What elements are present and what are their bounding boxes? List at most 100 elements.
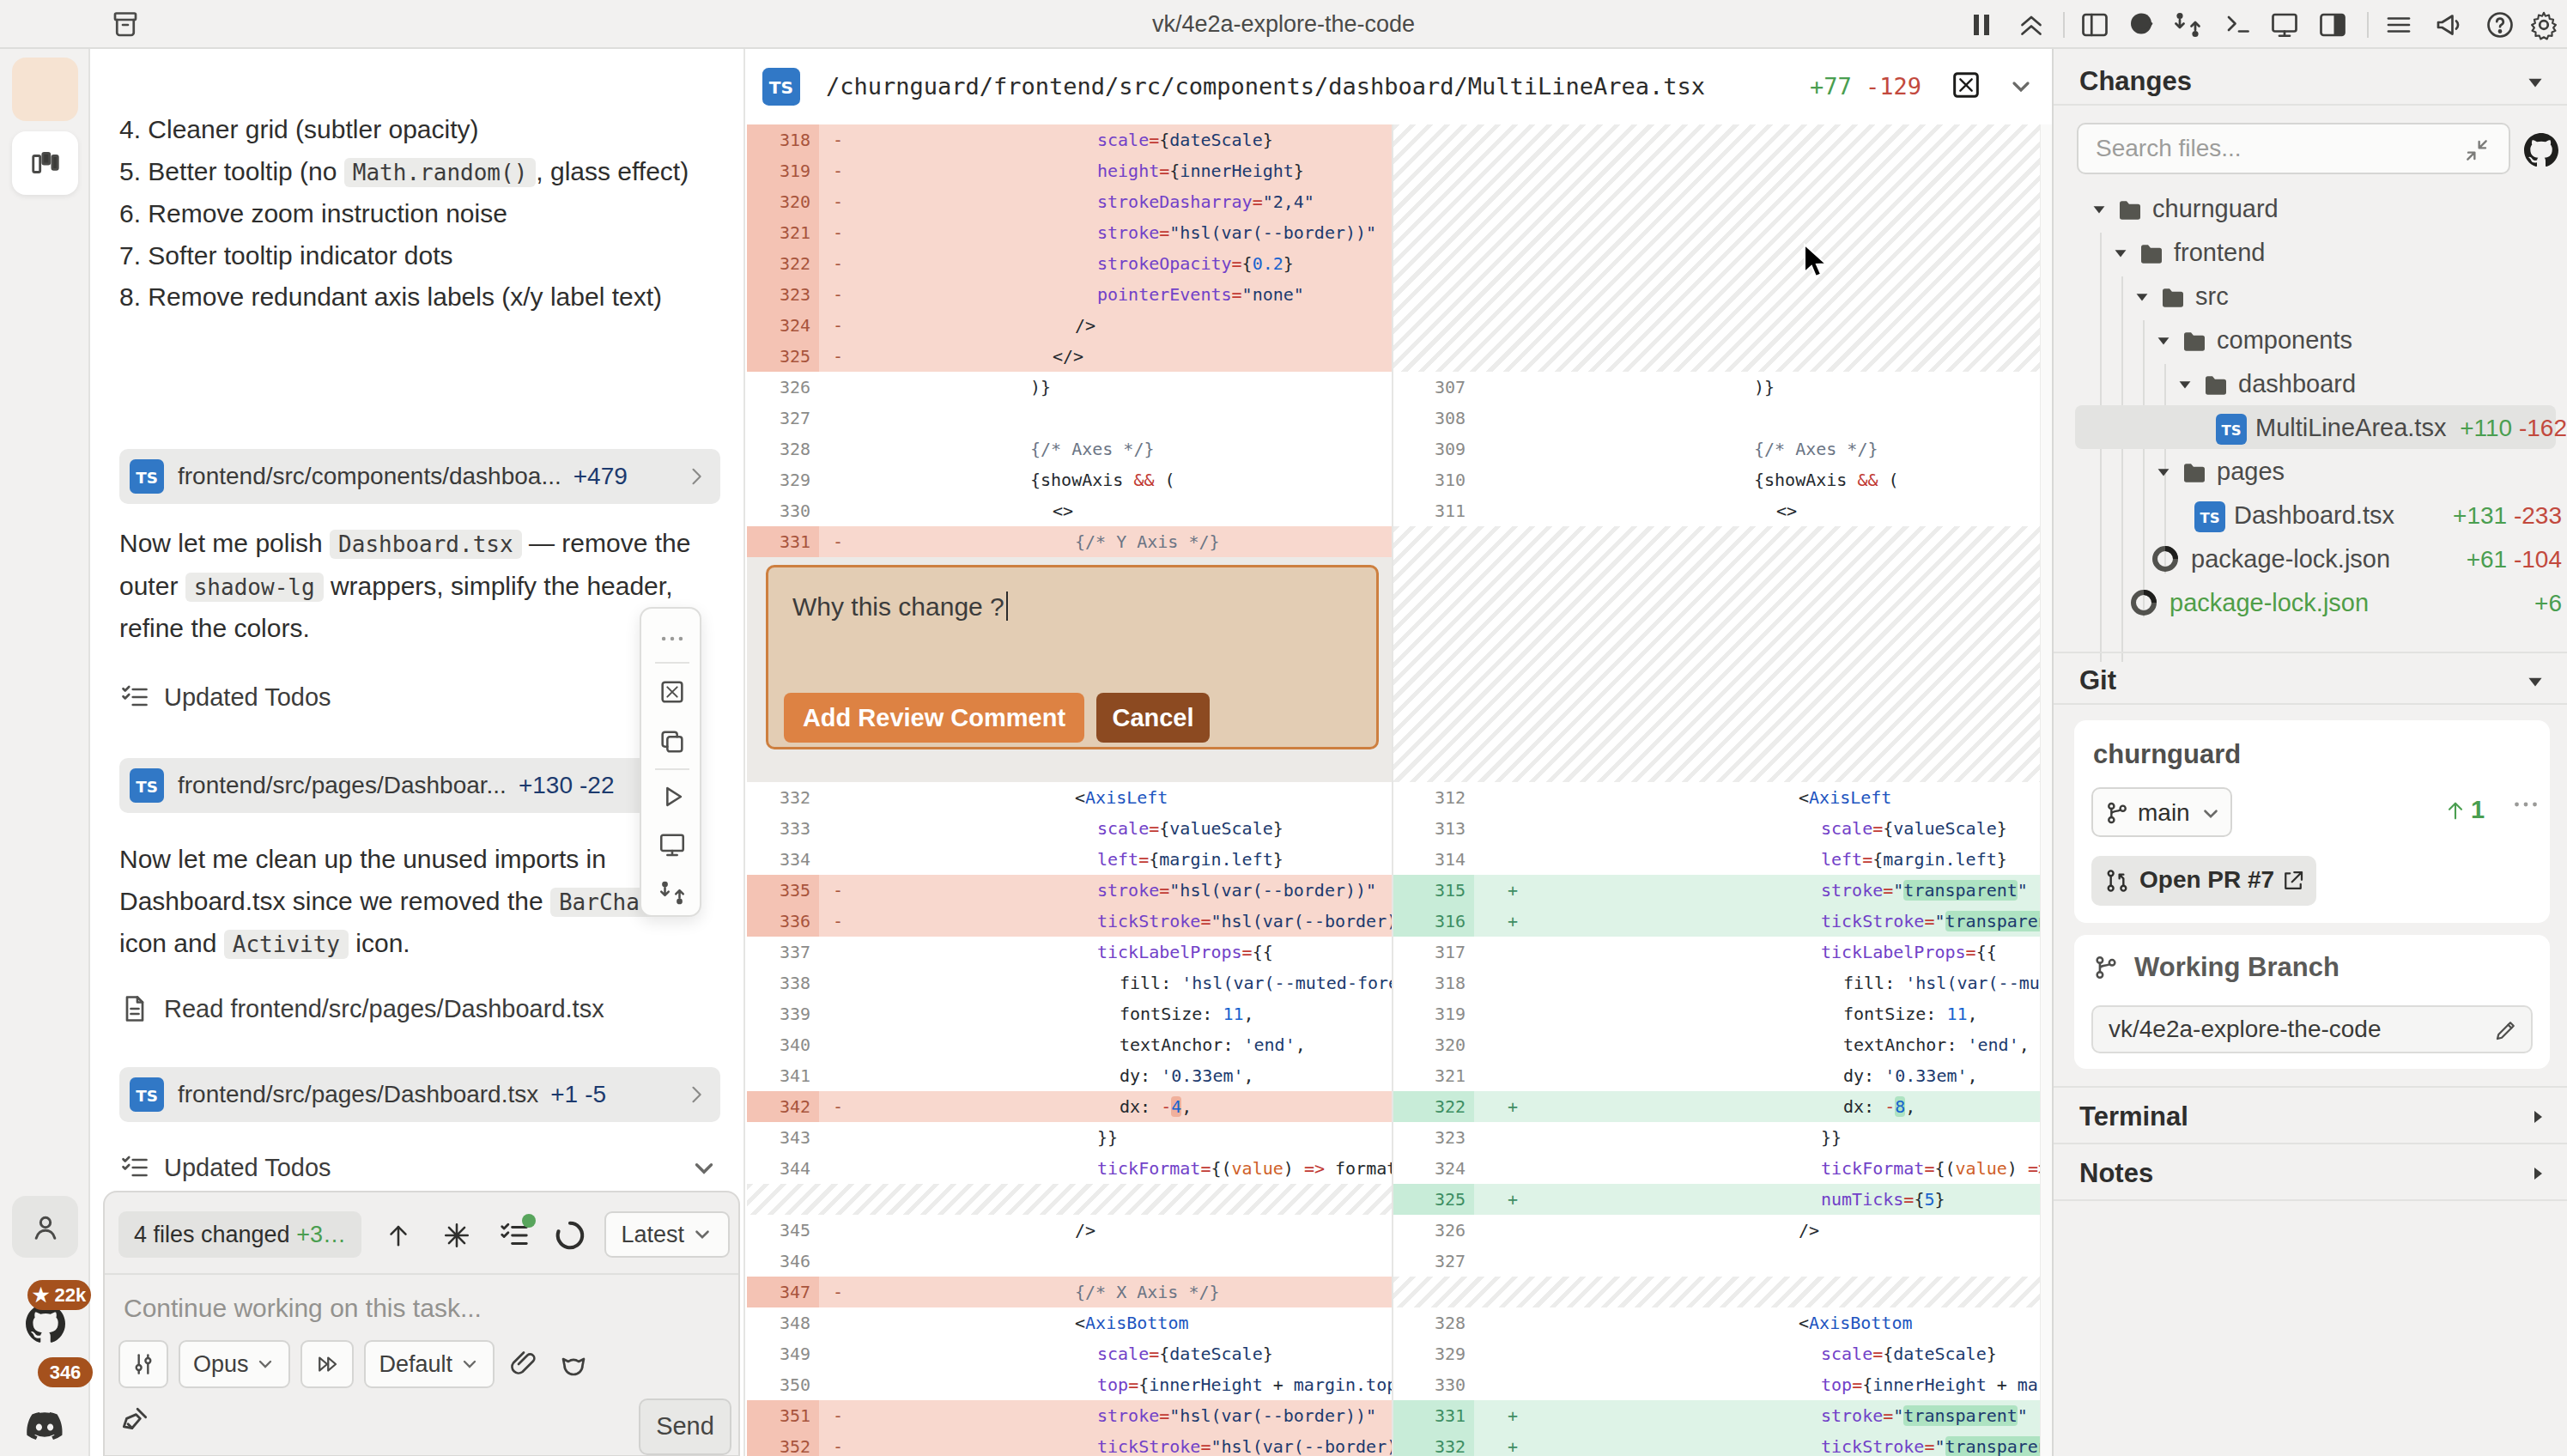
diff-row[interactable]: 345/> bbox=[747, 1215, 1392, 1246]
diff-row[interactable]: 335-stroke="hsl(var(--border))" bbox=[747, 875, 1392, 906]
working-branch-input[interactable]: vk/4e2a-explore-the-code bbox=[2091, 1005, 2533, 1053]
tree-item[interactable]: package-lock.json+61 -104 bbox=[2054, 543, 2567, 578]
diff-row[interactable]: 327 bbox=[1393, 1246, 2040, 1277]
settings-icon[interactable] bbox=[2528, 9, 2559, 40]
tree-item[interactable]: dashboard bbox=[2054, 368, 2567, 403]
tree-chevron-icon[interactable] bbox=[2090, 200, 2109, 219]
compare-icon[interactable] bbox=[658, 878, 687, 907]
diff-row[interactable]: 343}} bbox=[747, 1122, 1392, 1153]
scroll-up-icon[interactable] bbox=[384, 1221, 413, 1250]
diff-row[interactable]: 326)} bbox=[747, 372, 1392, 403]
diff-row[interactable]: 324tickFormat={(value) => formatValue(va… bbox=[1393, 1153, 2040, 1184]
file-diff-chip[interactable]: TSfrontend/src/components/dashboa...+479 bbox=[119, 449, 720, 504]
toggle-left-panel-icon[interactable] bbox=[2079, 9, 2110, 40]
preview-icon[interactable] bbox=[658, 830, 687, 859]
notes-caret-icon[interactable] bbox=[2528, 1163, 2548, 1184]
account-button[interactable] bbox=[12, 1196, 78, 1258]
model-dropdown[interactable]: Opus bbox=[179, 1340, 290, 1388]
terminal-caret-icon[interactable] bbox=[2528, 1107, 2548, 1127]
diff-row[interactable]: 320-strokeDasharray="2,4" bbox=[747, 186, 1392, 217]
diff-row[interactable]: 317tickLabelProps={{ bbox=[1393, 937, 2040, 968]
diff-block-icon[interactable] bbox=[658, 677, 687, 707]
tool-call-row[interactable]: Updated Todos bbox=[119, 682, 725, 713]
terminal-header[interactable]: Terminal bbox=[2079, 1101, 2188, 1132]
tool-call-row[interactable]: Read frontend/src/pages/Dashboard.tsx bbox=[119, 993, 725, 1024]
copy-icon[interactable] bbox=[658, 727, 687, 756]
diff-row[interactable]: 324-/> bbox=[747, 310, 1392, 341]
diff-row[interactable]: 341dy: '0.33em', bbox=[747, 1060, 1392, 1091]
diff-row[interactable]: 347-{/* X Axis */} bbox=[747, 1277, 1392, 1307]
attach-icon[interactable] bbox=[508, 1349, 539, 1380]
mode-dropdown[interactable]: Default bbox=[364, 1340, 495, 1388]
diff-row[interactable]: 339fontSize: 11, bbox=[747, 998, 1392, 1029]
spark-icon[interactable] bbox=[442, 1221, 471, 1250]
tree-item[interactable]: frontend bbox=[2054, 237, 2567, 271]
diff-row[interactable]: 307)} bbox=[1393, 372, 2040, 403]
diff-row[interactable]: 331-{/* Y Axis */} bbox=[747, 526, 1392, 557]
diff-row[interactable]: 331+stroke="transparent" bbox=[1393, 1400, 2040, 1431]
collapse-chat-icon[interactable] bbox=[2016, 9, 2047, 40]
open-pr-button[interactable]: Open PR #7 bbox=[2091, 856, 2316, 906]
diff-row[interactable]: 328<AxisBottom bbox=[1393, 1307, 2040, 1338]
branch-selector[interactable]: main bbox=[2091, 787, 2232, 837]
tree-chevron-icon[interactable] bbox=[2154, 331, 2173, 350]
diff-row[interactable]: 342-dx: -4, bbox=[747, 1091, 1392, 1122]
diff-row[interactable]: 330top={innerHeight + margin.top} bbox=[1393, 1369, 2040, 1400]
composer-input[interactable]: Continue working on this task... bbox=[124, 1294, 482, 1323]
diff-row[interactable]: 352-tickStroke="hsl(var(--border))" bbox=[747, 1431, 1392, 1456]
notes-header[interactable]: Notes bbox=[2079, 1158, 2153, 1189]
diff-row[interactable]: 344tickFormat={(value) => formatValue(va… bbox=[747, 1153, 1392, 1184]
tree-item[interactable]: TSMultiLineArea.tsx+110 -162 bbox=[2054, 412, 2567, 446]
git-header[interactable]: Git bbox=[2079, 665, 2116, 696]
diff-row[interactable]: 309{/* Axes */} bbox=[1393, 434, 2040, 464]
terminal-expand-icon[interactable] bbox=[2481, 1105, 2507, 1131]
diff-row[interactable]: 350top={innerHeight + margin.top} bbox=[747, 1369, 1392, 1400]
fast-forward-button[interactable] bbox=[300, 1340, 354, 1388]
monitor-icon[interactable] bbox=[2269, 9, 2300, 40]
diff-row[interactable]: 315+stroke="transparent" bbox=[1393, 875, 2040, 906]
diff-row[interactable]: 325-</> bbox=[747, 341, 1392, 372]
toggle-right-panel-icon[interactable] bbox=[2317, 9, 2348, 40]
diff-column-new[interactable]: 307)}308309{/* Axes */}310{showAxis && (… bbox=[1392, 124, 2040, 1456]
diff-row[interactable]: 319-height={innerHeight} bbox=[747, 155, 1392, 186]
diff-row[interactable]: 329scale={dateScale} bbox=[1393, 1338, 2040, 1369]
diff-row[interactable]: 322-strokeOpacity={0.2} bbox=[747, 248, 1392, 279]
tree-chevron-icon[interactable] bbox=[2111, 244, 2130, 263]
diff-row[interactable]: 351-stroke="hsl(var(--border))" bbox=[747, 1400, 1392, 1431]
diff-row[interactable]: 332<AxisLeft bbox=[747, 782, 1392, 813]
archive-box-icon[interactable] bbox=[110, 9, 141, 40]
diff-row[interactable]: 338fill: 'hsl(var(--muted-foreground))', bbox=[747, 968, 1392, 998]
files-changed-chip[interactable]: 4 files changed +3… bbox=[118, 1211, 361, 1258]
diff-row[interactable]: 318-scale={dateScale} bbox=[747, 124, 1392, 155]
git-collapse-icon[interactable] bbox=[2524, 670, 2546, 693]
file-diff-chip[interactable]: TSfrontend/src/pages/Dashboard.tsx+1-5 bbox=[119, 1067, 720, 1122]
diff-row[interactable]: 319fontSize: 11, bbox=[1393, 998, 2040, 1029]
diff-row[interactable]: 349scale={dateScale} bbox=[747, 1338, 1392, 1369]
git-compare-icon[interactable] bbox=[2172, 9, 2203, 40]
collapse-diff-icon[interactable] bbox=[2007, 73, 2035, 100]
diff-row[interactable]: 348<AxisBottom bbox=[747, 1307, 1392, 1338]
pause-icon[interactable] bbox=[1966, 9, 1997, 40]
run-icon[interactable] bbox=[658, 782, 687, 811]
add-review-comment-button[interactable]: Add Review Comment bbox=[784, 693, 1084, 743]
file-diff-chip[interactable]: TSfrontend/src/pages/Dashboar...+130-22 bbox=[119, 758, 683, 813]
diff-row[interactable]: 314left={margin.left} bbox=[1393, 844, 2040, 875]
diff-row[interactable]: 325+numTicks={5} bbox=[1393, 1184, 2040, 1215]
diff-row[interactable]: 334left={margin.left} bbox=[747, 844, 1392, 875]
diff-row[interactable]: 328{/* Axes */} bbox=[747, 434, 1392, 464]
todos-icon[interactable] bbox=[498, 1219, 531, 1252]
diff-row[interactable]: 321dy: '0.33em', bbox=[1393, 1060, 2040, 1091]
diff-row[interactable]: 316+tickStroke="transparent" bbox=[1393, 906, 2040, 937]
sidebar-tab-board[interactable] bbox=[12, 131, 78, 195]
tree-item[interactable]: package-lock.json+6 bbox=[2054, 587, 2567, 622]
tree-chevron-icon[interactable] bbox=[2154, 463, 2173, 482]
tree-chevron-icon[interactable] bbox=[2176, 375, 2194, 394]
composer-settings-button[interactable] bbox=[118, 1340, 168, 1388]
tree-item[interactable]: components bbox=[2054, 325, 2567, 359]
diff-row[interactable]: 320textAnchor: 'end', bbox=[1393, 1029, 2040, 1060]
diff-row[interactable]: 330<> bbox=[747, 495, 1392, 526]
changes-collapse-icon[interactable] bbox=[2524, 71, 2546, 94]
search-files-input[interactable]: Search files... bbox=[2077, 123, 2510, 174]
tree-item[interactable]: TSDashboard.tsx+131 -233 bbox=[2054, 500, 2567, 534]
diff-row[interactable]: 323-pointerEvents="none" bbox=[747, 279, 1392, 310]
